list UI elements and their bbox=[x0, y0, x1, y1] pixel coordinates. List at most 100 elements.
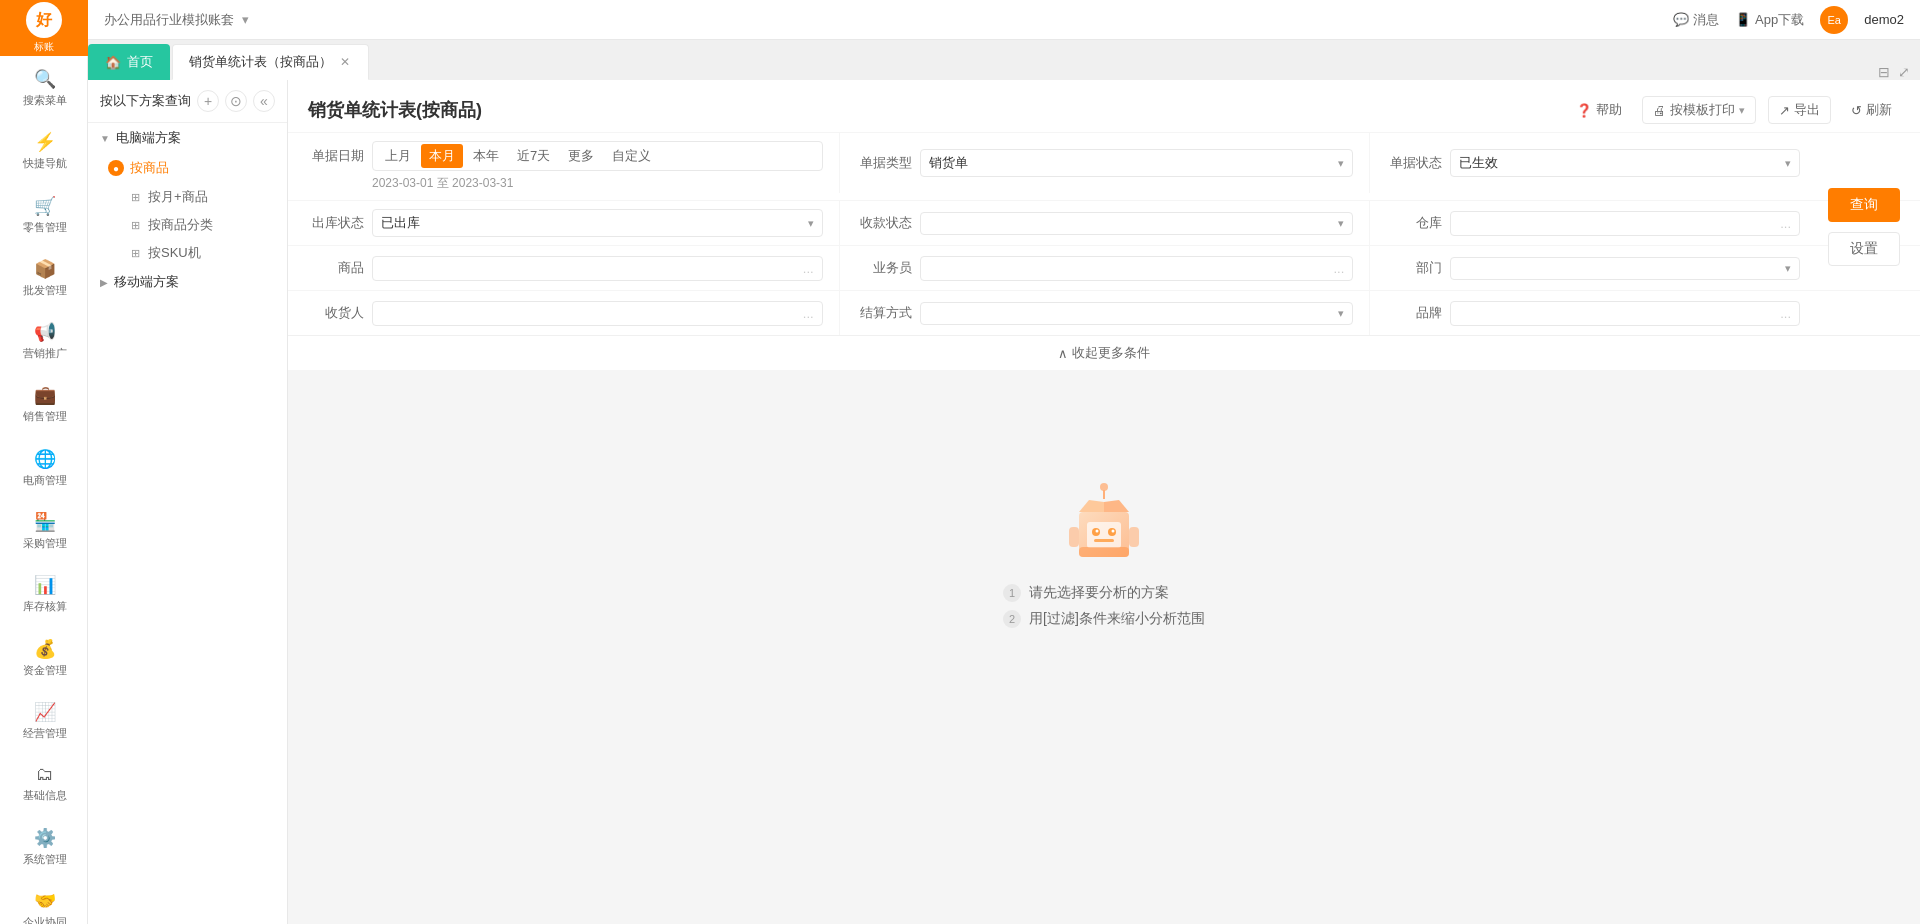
date-tab-7days[interactable]: 近7天 bbox=[509, 144, 558, 168]
tree-sub-item-by-month[interactable]: ⊞ 按月+商品 bbox=[88, 183, 287, 211]
logo-text: 标账 bbox=[34, 40, 54, 54]
data-area: 1 请先选择要分析的方案 2 用[过滤]条件来缩小分析范围 bbox=[288, 370, 1920, 770]
tree-arrow-mobile: ▶ bbox=[100, 277, 108, 288]
wholesale-icon: 📦 bbox=[34, 258, 56, 280]
doc-type-chevron: ▾ bbox=[1338, 157, 1344, 170]
tab-fullscreen-icon[interactable]: ⤢ bbox=[1898, 64, 1910, 80]
tree-parent-pc[interactable]: ▼ 电脑端方案 bbox=[88, 123, 287, 153]
payment-status-label: 收款状态 bbox=[856, 214, 912, 232]
receiver-input[interactable]: ... bbox=[372, 301, 823, 326]
doc-status-label: 单据状态 bbox=[1386, 154, 1442, 172]
sidebar-item-system[interactable]: ⚙️ 系统管理 bbox=[0, 815, 87, 878]
doc-status-chevron: ▾ bbox=[1785, 157, 1791, 170]
help-button[interactable]: ❓ 帮助 bbox=[1568, 97, 1630, 123]
date-tab-last-month[interactable]: 上月 bbox=[377, 144, 419, 168]
doc-type-select[interactable]: 销货单 ▾ bbox=[920, 149, 1354, 177]
sidebar-item-ecommerce[interactable]: 🌐 电商管理 bbox=[0, 436, 87, 499]
tree-item-by-goods-label: 按商品 bbox=[130, 159, 169, 177]
tab-restore-icon[interactable]: ⊟ bbox=[1878, 64, 1890, 80]
sidebar-item-wholesale[interactable]: 📦 批发管理 bbox=[0, 246, 87, 309]
warehouse2-cell: 仓库 ... bbox=[1369, 201, 1900, 245]
content-layout: 按以下方案查询 + ⊙ « ▼ 电脑端方案 ● 按商品 ⊞ 按月+商 bbox=[88, 80, 1920, 924]
print-button[interactable]: 🖨 按模板打印 ▾ bbox=[1642, 96, 1756, 124]
inventory-icon: 📊 bbox=[34, 574, 56, 596]
collapse-arrow-icon: ∧ bbox=[1058, 346, 1068, 361]
panel-collapse-button[interactable]: « bbox=[253, 90, 275, 112]
sidebar-item-marketing[interactable]: 📢 营销推广 bbox=[0, 309, 87, 372]
tree-sub-item-by-sku[interactable]: ⊞ 按SKU机 bbox=[88, 239, 287, 267]
tree-sub-by-month-label: 按月+商品 bbox=[148, 188, 208, 206]
doc-type-value: 销货单 bbox=[929, 154, 968, 172]
help-icon: ❓ bbox=[1576, 103, 1592, 118]
export-button[interactable]: ↗ 导出 bbox=[1768, 96, 1831, 124]
salesman-label: 业务员 bbox=[856, 259, 912, 277]
enterprise-icon: 🤝 bbox=[34, 890, 56, 912]
date-tab-this-month[interactable]: 本月 bbox=[421, 144, 463, 168]
svg-rect-12 bbox=[1129, 527, 1139, 547]
panel-add-button[interactable]: + bbox=[197, 90, 219, 112]
salesman-input[interactable]: ... bbox=[920, 256, 1354, 281]
query-button[interactable]: 查询 bbox=[1828, 188, 1900, 222]
collapse-bar[interactable]: ∧ 收起更多条件 bbox=[288, 335, 1920, 370]
sidebar-item-enterprise[interactable]: 🤝 企业协同 bbox=[0, 878, 87, 924]
sidebar-item-operations[interactable]: 📈 经营管理 bbox=[0, 689, 87, 752]
sidebar-item-search[interactable]: 🔍 搜索菜单 bbox=[0, 56, 87, 119]
dropdown-icon[interactable]: ▾ bbox=[242, 12, 249, 27]
tree-arrow-pc: ▼ bbox=[100, 133, 110, 144]
panel-settings-button[interactable]: ⊙ bbox=[225, 90, 247, 112]
settings-button[interactable]: 设置 bbox=[1828, 232, 1900, 266]
doc-status-select[interactable]: 已生效 ▾ bbox=[1450, 149, 1800, 177]
tab-report[interactable]: 销货单统计表（按商品） ✕ bbox=[172, 44, 369, 80]
tab-report-close[interactable]: ✕ bbox=[338, 55, 352, 69]
brand-dots[interactable]: ... bbox=[1780, 306, 1791, 321]
sidebar-item-retail[interactable]: 🛒 零售管理 bbox=[0, 183, 87, 246]
salesman-dots[interactable]: ... bbox=[1333, 261, 1344, 276]
goods-dots[interactable]: ... bbox=[803, 261, 814, 276]
tab-home-label: 首页 bbox=[127, 53, 153, 71]
sidebar-item-wholesale-label: 批发管理 bbox=[23, 283, 67, 297]
sidebar-item-basic[interactable]: 🗂 基础信息 bbox=[0, 752, 87, 814]
tree-sub-by-sku-label: 按SKU机 bbox=[148, 244, 201, 262]
empty-tip-1: 1 请先选择要分析的方案 bbox=[1003, 584, 1205, 602]
tree-parent-mobile[interactable]: ▶ 移动端方案 bbox=[88, 267, 287, 297]
empty-tips: 1 请先选择要分析的方案 2 用[过滤]条件来缩小分析范围 bbox=[1003, 584, 1205, 628]
payment-status-select[interactable]: ▾ bbox=[920, 212, 1354, 235]
date-tab-custom[interactable]: 自定义 bbox=[604, 144, 659, 168]
settlement-select[interactable]: ▾ bbox=[920, 302, 1354, 325]
date-tab-more[interactable]: 更多 bbox=[560, 144, 602, 168]
empty-state: 1 请先选择要分析的方案 2 用[过滤]条件来缩小分析范围 bbox=[288, 370, 1920, 730]
date-range-display: 2023-03-01 至 2023-03-31 bbox=[372, 175, 823, 192]
message-label: 消息 bbox=[1693, 11, 1719, 29]
print-label: 按模板打印 bbox=[1670, 101, 1735, 119]
logo[interactable]: 好 标账 bbox=[0, 0, 88, 56]
help-label: 帮助 bbox=[1596, 101, 1622, 119]
user-avatar[interactable]: Ea bbox=[1820, 6, 1848, 34]
export-label: 导出 bbox=[1794, 101, 1820, 119]
sidebar-navigation: 🔍 搜索菜单 ⚡ 快捷导航 🛒 零售管理 📦 批发管理 📢 营销推广 💼 销售管… bbox=[0, 56, 87, 924]
brand-input[interactable]: ... bbox=[1450, 301, 1800, 326]
sidebar-item-quicknav[interactable]: ⚡ 快捷导航 bbox=[0, 119, 87, 182]
tree-item-by-goods[interactable]: ● 按商品 bbox=[88, 153, 287, 183]
goods-input[interactable]: ... bbox=[372, 256, 823, 281]
tab-home[interactable]: 🏠 首页 bbox=[88, 44, 170, 80]
payment-status-chevron: ▾ bbox=[1338, 217, 1344, 230]
receiver-dots[interactable]: ... bbox=[803, 306, 814, 321]
sidebar-item-finance[interactable]: 💰 资金管理 bbox=[0, 626, 87, 689]
sidebar-item-inventory[interactable]: 📊 库存核算 bbox=[0, 562, 87, 625]
date-tab-this-year[interactable]: 本年 bbox=[465, 144, 507, 168]
warehouse2-input[interactable]: ... bbox=[1450, 211, 1800, 236]
header-right: 💬 消息 📱 App下载 Ea demo2 bbox=[1673, 6, 1904, 34]
settlement-cell: 结算方式 ▾ bbox=[839, 291, 1370, 335]
app-download-button[interactable]: 📱 App下载 bbox=[1735, 11, 1804, 29]
sidebar-item-sales[interactable]: 💼 销售管理 bbox=[0, 372, 87, 435]
message-button[interactable]: 💬 消息 bbox=[1673, 11, 1719, 29]
sidebar-item-purchase[interactable]: 🏪 采购管理 bbox=[0, 499, 87, 562]
tree-sub-item-by-category[interactable]: ⊞ 按商品分类 bbox=[88, 211, 287, 239]
svg-rect-8 bbox=[1094, 539, 1114, 542]
tree-sub-by-category-icon: ⊞ bbox=[128, 218, 142, 232]
refresh-label: 刷新 bbox=[1866, 101, 1892, 119]
dept-select[interactable]: ▾ bbox=[1450, 257, 1800, 280]
refresh-button[interactable]: ↺ 刷新 bbox=[1843, 97, 1900, 123]
warehouse-status-select[interactable]: 已出库 ▾ bbox=[372, 209, 823, 237]
filter-row3: 商品 ... 业务员 ... 部门 bbox=[288, 245, 1920, 290]
